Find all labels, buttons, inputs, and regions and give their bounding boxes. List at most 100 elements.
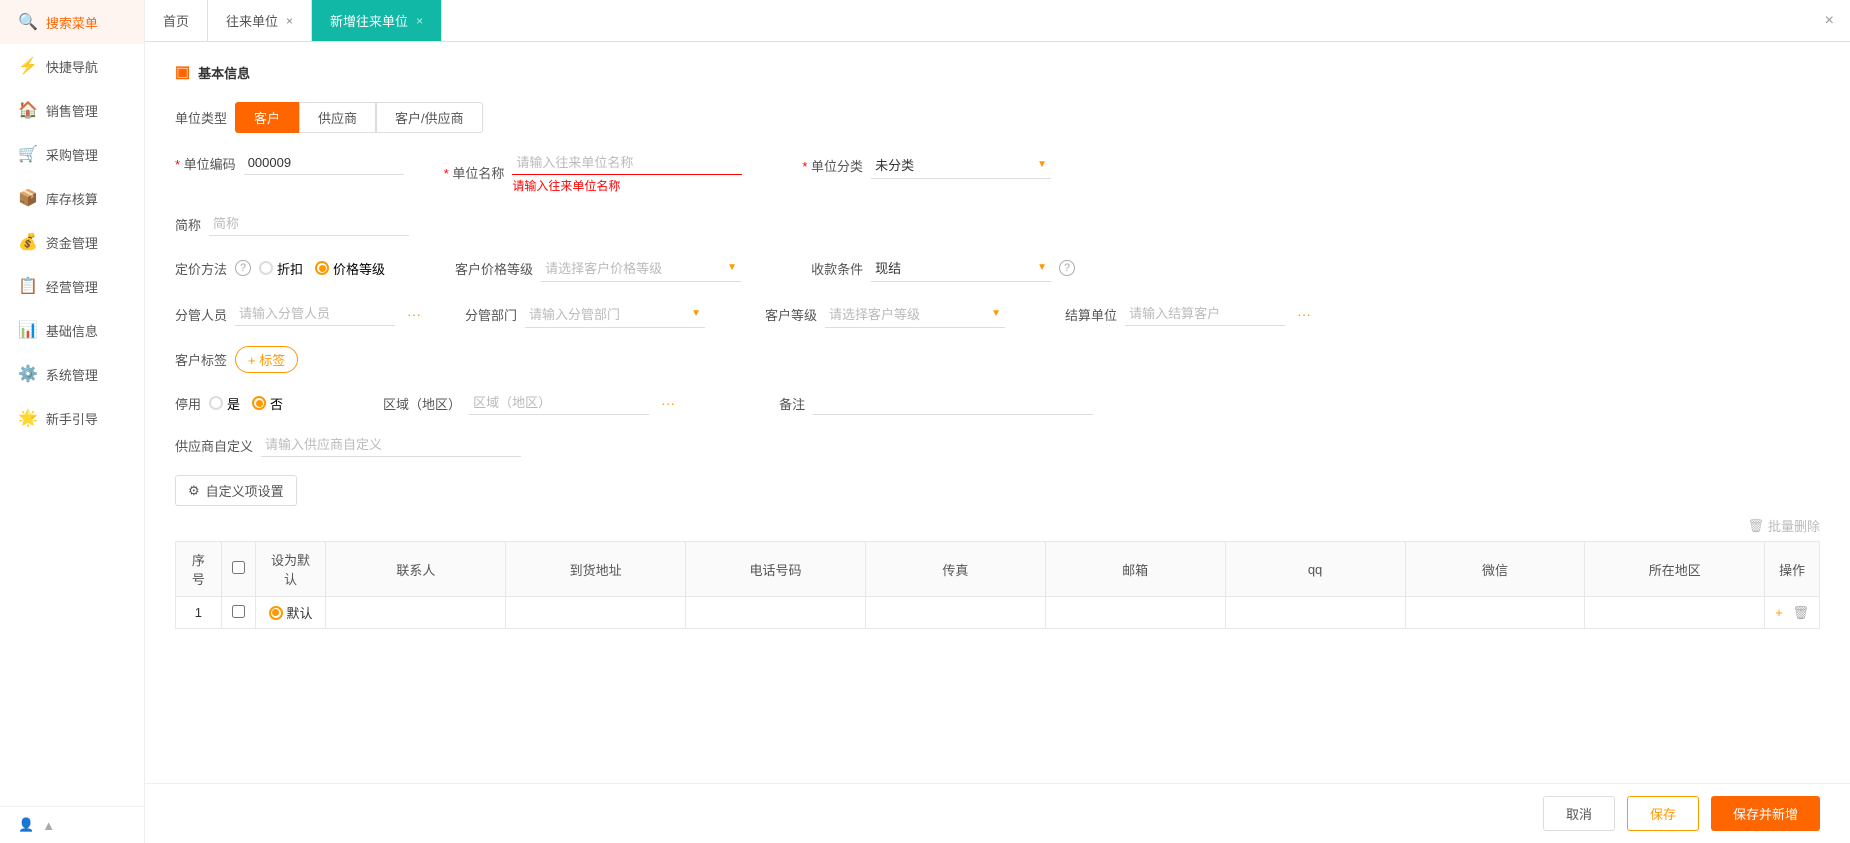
- settlement-unit-input[interactable]: [1125, 302, 1285, 326]
- row-wechat-input[interactable]: [1416, 605, 1575, 620]
- category-select[interactable]: 未分类 ▼: [871, 151, 1051, 179]
- row-fax-input[interactable]: [876, 605, 1035, 620]
- department-select[interactable]: 请输入分管部门 ▼: [525, 300, 705, 328]
- category-group: 单位分类 未分类 ▼: [802, 151, 1051, 179]
- shortname-label: 简称: [175, 215, 201, 234]
- disabled-radio-group: 是 否: [209, 394, 283, 413]
- tab-new-partner[interactable]: 新增往来单位 ×: [312, 0, 442, 41]
- disabled-label: 停用: [175, 394, 201, 413]
- save-and-new-button[interactable]: 保存并新增: [1711, 796, 1820, 831]
- row-phone-input[interactable]: [696, 605, 855, 620]
- tags-label: 客户标签: [175, 350, 227, 369]
- sidebar-item-search[interactable]: 🔍 搜索菜单: [0, 0, 144, 44]
- user-avatar-icon: 👤: [18, 817, 34, 833]
- row-email[interactable]: [1045, 597, 1225, 629]
- disabled-region-row: 停用 是 否 区域（地区） ··· 备注: [175, 391, 1820, 415]
- code-name-category-row: 单位编码 单位名称 请输入往来单位名称 单位分类 未分类 ▼: [175, 151, 1820, 194]
- sidebar-item-sales[interactable]: 🏠 销售管理: [0, 88, 144, 132]
- tab-partners-close[interactable]: ×: [286, 14, 293, 28]
- close-all-tabs-button[interactable]: ×: [1809, 12, 1850, 30]
- row-region[interactable]: [1585, 597, 1765, 629]
- tab-bar: 首页 往来单位 × 新增往来单位 × ×: [145, 0, 1850, 42]
- operations-icon: 📋: [18, 276, 38, 296]
- customer-level-select[interactable]: 请选择客户等级 ▼: [825, 300, 1005, 328]
- purchase-icon: 🛒: [18, 144, 38, 164]
- discount-radio-circle: [259, 261, 273, 275]
- row-contact-input[interactable]: [336, 605, 495, 620]
- row-phone[interactable]: [686, 597, 866, 629]
- sidebar-item-finance[interactable]: 💰 资金管理: [0, 220, 144, 264]
- shortname-input[interactable]: [209, 212, 409, 236]
- tab-partners-label: 往来单位: [226, 11, 278, 30]
- customer-price-level-select[interactable]: 请选择客户价格等级 ▼: [541, 254, 741, 282]
- department-chevron-icon: ▼: [691, 308, 701, 319]
- sidebar-item-system[interactable]: ⚙️ 系统管理: [0, 352, 144, 396]
- row-contact[interactable]: [326, 597, 506, 629]
- guide-icon: 🌟: [18, 408, 38, 428]
- sidebar-item-quick-nav[interactable]: ⚡ 快捷导航: [0, 44, 144, 88]
- manager-ellipsis-btn[interactable]: ···: [403, 306, 425, 322]
- disabled-radio-yes[interactable]: 是: [209, 394, 240, 413]
- sidebar-item-guide[interactable]: 🌟 新手引导: [0, 396, 144, 440]
- pricing-help-icon[interactable]: ?: [235, 260, 251, 276]
- sidebar-item-inventory[interactable]: 📦 库存核算: [0, 176, 144, 220]
- sidebar-item-label: 搜索菜单: [46, 13, 98, 32]
- col-checkbox: [221, 542, 255, 597]
- col-default: 设为默认: [255, 542, 326, 597]
- row-delete-btn[interactable]: 🗑: [1792, 605, 1809, 620]
- select-all-checkbox[interactable]: [232, 561, 245, 574]
- col-email: 邮箱: [1045, 542, 1225, 597]
- remark-input[interactable]: [813, 391, 1093, 415]
- manager-label: 分管人员: [175, 305, 227, 324]
- quick-nav-icon: ⚡: [18, 56, 38, 76]
- row-default-radio[interactable]: 默认: [266, 603, 316, 622]
- row-default-label: 默认: [287, 603, 313, 622]
- sidebar: 🔍 搜索菜单 ⚡ 快捷导航 🏠 销售管理 🛒 采购管理 📦 库存核算 💰 资金管…: [0, 0, 145, 843]
- manager-input[interactable]: [235, 302, 395, 326]
- name-group: 单位名称 请输入往来单位名称: [444, 151, 743, 194]
- row-add-btn[interactable]: +: [1775, 605, 1783, 620]
- table-header-row: 序号 设为默认 联系人 到货地址 电话号码 传真 邮箱 qq 微信 所在地区 操…: [176, 542, 1820, 597]
- code-input[interactable]: [244, 151, 404, 175]
- unit-type-both-btn[interactable]: 客户/供应商: [376, 102, 483, 133]
- payment-terms-help-icon[interactable]: ?: [1059, 260, 1075, 276]
- pricing-radio-discount[interactable]: 折扣: [259, 259, 303, 278]
- unit-type-supplier-btn[interactable]: 供应商: [299, 102, 376, 133]
- disabled-radio-no[interactable]: 否: [252, 394, 283, 413]
- row-qq-input[interactable]: [1236, 605, 1395, 620]
- row-email-input[interactable]: [1056, 605, 1215, 620]
- settlement-unit-ellipsis-btn[interactable]: ···: [1293, 306, 1315, 322]
- custom-settings-button[interactable]: ⚙ 自定义项设置: [175, 475, 297, 506]
- department-group: 分管部门 请输入分管部门 ▼: [465, 300, 705, 328]
- row-wechat[interactable]: [1405, 597, 1585, 629]
- unit-type-customer-btn[interactable]: 客户: [235, 102, 299, 133]
- row-select-checkbox[interactable]: [232, 605, 245, 618]
- pricing-radio-level[interactable]: 价格等级: [315, 259, 385, 278]
- sidebar-item-operations[interactable]: 📋 经营管理: [0, 264, 144, 308]
- tab-new-partner-close[interactable]: ×: [416, 14, 423, 28]
- row-address-input[interactable]: [516, 605, 675, 620]
- customer-price-level-chevron-icon: ▼: [727, 262, 737, 273]
- save-button[interactable]: 保存: [1627, 796, 1699, 831]
- region-ellipsis-btn[interactable]: ···: [657, 395, 679, 411]
- row-address[interactable]: [506, 597, 686, 629]
- tab-partners[interactable]: 往来单位 ×: [208, 0, 312, 41]
- row-fax[interactable]: [865, 597, 1045, 629]
- col-contact: 联系人: [326, 542, 506, 597]
- batch-delete-label[interactable]: 批量删除: [1768, 516, 1820, 535]
- supplier-custom-label: 供应商自定义: [175, 436, 253, 455]
- region-input[interactable]: [469, 391, 649, 415]
- row-region-input[interactable]: [1595, 605, 1754, 620]
- supplier-custom-input[interactable]: [261, 433, 521, 457]
- payment-terms-select[interactable]: 现结 ▼: [871, 254, 1051, 282]
- row-seq: 1: [176, 597, 222, 629]
- tab-home[interactable]: 首页: [145, 0, 208, 41]
- sidebar-item-label: 采购管理: [46, 145, 98, 164]
- sidebar-item-basic-info[interactable]: 📊 基础信息: [0, 308, 144, 352]
- sidebar-item-purchase[interactable]: 🛒 采购管理: [0, 132, 144, 176]
- row-qq[interactable]: [1225, 597, 1405, 629]
- add-tag-button[interactable]: + 标签: [235, 346, 298, 373]
- cancel-button[interactable]: 取消: [1543, 796, 1615, 831]
- name-input[interactable]: [512, 151, 742, 175]
- payment-terms-chevron-icon: ▼: [1037, 262, 1047, 273]
